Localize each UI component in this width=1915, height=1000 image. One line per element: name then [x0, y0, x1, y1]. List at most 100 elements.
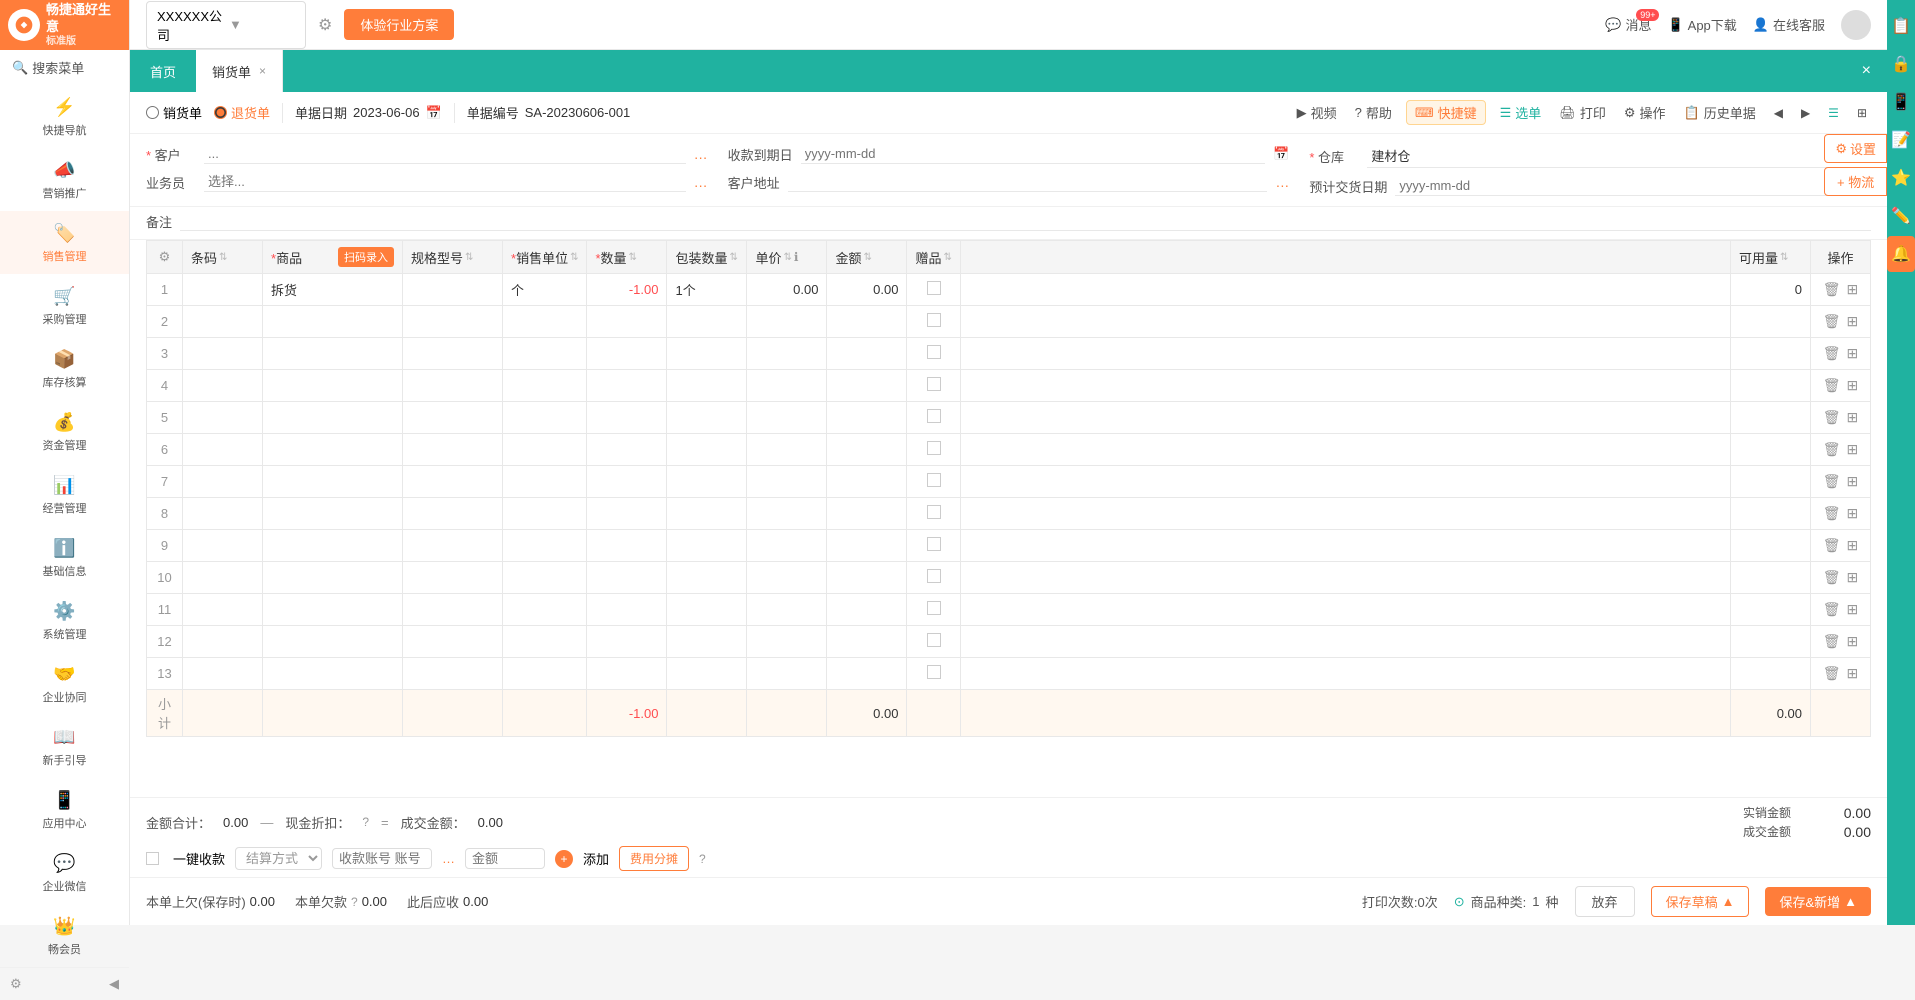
- expected-date-input[interactable]: [1395, 176, 1846, 196]
- copy-icon[interactable]: ⊞: [1847, 537, 1859, 554]
- salesman-input[interactable]: [204, 172, 686, 192]
- copy-icon[interactable]: ⊞: [1847, 473, 1859, 490]
- copy-icon[interactable]: ⊞: [1847, 665, 1859, 682]
- view-btn1[interactable]: ☰: [1824, 104, 1843, 122]
- row-qty[interactable]: [587, 466, 667, 498]
- row-pack[interactable]: [667, 626, 747, 658]
- row-qty[interactable]: [587, 658, 667, 690]
- row-spec[interactable]: [403, 306, 503, 338]
- warehouse-value[interactable]: 建材仓: [1367, 144, 1849, 168]
- row-goods[interactable]: [263, 658, 403, 690]
- sidebar-item-operations[interactable]: 📊 经营管理: [0, 463, 129, 526]
- row-pack[interactable]: [667, 466, 747, 498]
- row-price[interactable]: [747, 338, 827, 370]
- help-btn[interactable]: ? 帮助: [1351, 101, 1396, 124]
- row-amount[interactable]: [827, 402, 907, 434]
- row-amount[interactable]: [827, 434, 907, 466]
- sidebar-item-collab[interactable]: 🤝 企业协同: [0, 652, 129, 715]
- sidebar-item-apps[interactable]: 📱 应用中心: [0, 778, 129, 841]
- notes-input[interactable]: [180, 211, 1871, 231]
- row-spec[interactable]: [403, 626, 503, 658]
- copy-icon[interactable]: ⊞: [1847, 441, 1859, 458]
- row-spec[interactable]: [403, 498, 503, 530]
- delete-icon[interactable]: 🗑: [1823, 505, 1841, 522]
- row-qty[interactable]: [587, 626, 667, 658]
- scan-button[interactable]: 扫码录入: [338, 247, 394, 267]
- account-more-icon[interactable]: …: [442, 851, 455, 866]
- sidebar-item-purchase[interactable]: 🛒 采购管理: [0, 274, 129, 337]
- row-gift[interactable]: [907, 530, 960, 562]
- row-pack[interactable]: [667, 530, 747, 562]
- copy-icon[interactable]: ⊞: [1847, 505, 1859, 522]
- gift-checkbox[interactable]: [927, 377, 941, 391]
- row-unit[interactable]: [503, 658, 587, 690]
- history-btn[interactable]: 📋 历史单据: [1680, 101, 1760, 124]
- sidebar-item-inventory[interactable]: 📦 库存核算: [0, 337, 129, 400]
- row-amount[interactable]: [827, 594, 907, 626]
- delete-icon[interactable]: 🗑: [1823, 537, 1841, 554]
- row-spec[interactable]: [403, 658, 503, 690]
- row-pack[interactable]: [667, 658, 747, 690]
- save-draft-chevron[interactable]: ▲: [1722, 894, 1735, 909]
- prev-btn[interactable]: ◀: [1770, 104, 1787, 122]
- row-goods[interactable]: [263, 306, 403, 338]
- row-goods[interactable]: 拆货: [263, 274, 403, 306]
- th-setting[interactable]: ⚙: [147, 241, 183, 274]
- copy-icon[interactable]: ⊞: [1847, 345, 1859, 362]
- row-qty[interactable]: [587, 530, 667, 562]
- sidebar-item-finance[interactable]: 💰 资金管理: [0, 400, 129, 463]
- payment-amount-input[interactable]: [465, 848, 545, 869]
- row-gift[interactable]: [907, 402, 960, 434]
- row-price[interactable]: [747, 562, 827, 594]
- tab-sales-order[interactable]: 销货单 ×: [196, 50, 283, 92]
- row-qty[interactable]: [587, 370, 667, 402]
- select-btn[interactable]: ☰ 选单: [1496, 101, 1546, 124]
- row-gift[interactable]: [907, 626, 960, 658]
- row-pack[interactable]: [667, 306, 747, 338]
- row-barcode[interactable]: [183, 274, 263, 306]
- row-spec[interactable]: [403, 338, 503, 370]
- tab-close-btn[interactable]: ×: [1846, 62, 1887, 80]
- row-pack[interactable]: [667, 498, 747, 530]
- row-unit[interactable]: [503, 626, 587, 658]
- row-amount[interactable]: 0.00: [827, 274, 907, 306]
- row-qty[interactable]: [587, 498, 667, 530]
- row-unit[interactable]: [503, 498, 587, 530]
- radio-sale-order[interactable]: 销货单: [146, 103, 202, 122]
- row-barcode[interactable]: [183, 434, 263, 466]
- row-spec[interactable]: [403, 594, 503, 626]
- next-btn[interactable]: ▶: [1797, 104, 1814, 122]
- right-panel-notes[interactable]: 📋: [1887, 8, 1915, 44]
- row-amount[interactable]: [827, 658, 907, 690]
- receipt-date-calendar-icon[interactable]: 📅: [1273, 146, 1289, 162]
- row-amount[interactable]: [827, 338, 907, 370]
- salesman-more-icon[interactable]: …: [694, 174, 708, 190]
- row-barcode[interactable]: [183, 530, 263, 562]
- row-gift[interactable]: [907, 562, 960, 594]
- row-pack[interactable]: [667, 338, 747, 370]
- gift-checkbox[interactable]: [927, 345, 941, 359]
- row-goods[interactable]: [263, 370, 403, 402]
- print-btn[interactable]: 🖨 打印: [1555, 101, 1610, 124]
- row-qty[interactable]: [587, 594, 667, 626]
- right-panel-lock[interactable]: 🔒: [1887, 46, 1915, 82]
- row-amount[interactable]: [827, 498, 907, 530]
- save-new-chevron[interactable]: ▲: [1844, 894, 1857, 909]
- customer-more-icon[interactable]: …: [694, 146, 708, 162]
- row-goods[interactable]: [263, 562, 403, 594]
- delete-icon[interactable]: 🗑: [1823, 441, 1841, 458]
- sidebar-item-sales[interactable]: 🏷️ 销售管理: [0, 211, 129, 274]
- logistics-button[interactable]: + 物流: [1824, 167, 1887, 196]
- settings-button[interactable]: ⚙ 设置: [1824, 134, 1887, 163]
- tab-close-icon[interactable]: ×: [259, 64, 266, 78]
- row-gift[interactable]: [907, 306, 960, 338]
- row-qty[interactable]: [587, 434, 667, 466]
- row-spec[interactable]: [403, 370, 503, 402]
- row-amount[interactable]: [827, 306, 907, 338]
- row-unit[interactable]: 个: [503, 274, 587, 306]
- gift-checkbox[interactable]: [927, 569, 941, 583]
- sidebar-item-quick-nav[interactable]: ⚡ 快捷导航: [0, 85, 129, 148]
- delete-icon[interactable]: 🗑: [1823, 313, 1841, 330]
- copy-icon[interactable]: ⊞: [1847, 281, 1859, 298]
- product-type-icon[interactable]: ⊙: [1454, 894, 1465, 910]
